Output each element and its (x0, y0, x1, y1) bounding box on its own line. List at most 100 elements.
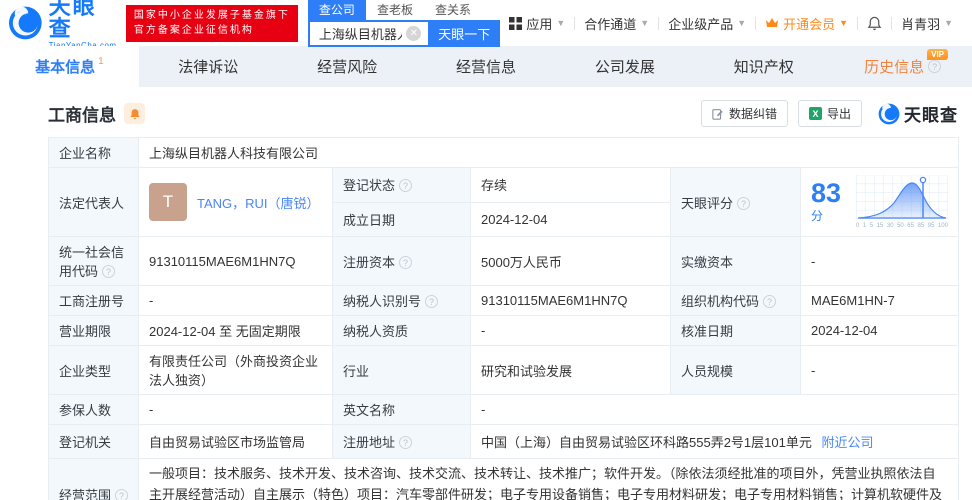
help-icon[interactable]: ? (737, 197, 750, 210)
table-row: 登记机关 自由贸易试验区市场监管局 注册地址? 中国（上海）自由贸易试验区环科路… (49, 425, 959, 459)
help-icon[interactable]: ? (399, 179, 412, 192)
logo-swirl-icon (8, 5, 43, 41)
help-icon[interactable]: ? (102, 265, 115, 278)
tab-legal-litigation[interactable]: 法律诉讼 (139, 46, 278, 87)
reg-number-value: - (139, 286, 333, 316)
table-row: 营业期限 2024-12-04 至 无固定期限 纳税人资质 - 核准日期 202… (49, 316, 959, 346)
table-row: 企业类型 有限责任公司（外商投资企业法人独资） 行业 研究和试验发展 人员规模 … (49, 346, 959, 395)
table-row: 企业名称 上海纵目机器人科技有限公司 (49, 138, 959, 168)
excel-icon: X (809, 107, 822, 120)
table-row: 工商注册号 - 纳税人识别号? 91310115MAE6M1HN7Q 组织机构代… (49, 286, 959, 316)
field-label: 核准日期 (671, 316, 801, 346)
menu-enterprise-products[interactable]: 企业级产品▼ (659, 14, 755, 33)
crown-icon (765, 17, 779, 29)
tyc-score-cell[interactable]: 83分 (801, 168, 959, 237)
search-tab-company[interactable]: 查公司 (308, 0, 366, 20)
brand-name: 天眼查 (49, 0, 118, 40)
legal-rep-cell: T TANG，RUI（唐锐） (139, 168, 333, 237)
field-label: 统一社会信用代码? (49, 237, 139, 286)
tab-count: 1 (98, 56, 104, 67)
field-label: 登记状态? (333, 168, 471, 203)
user-menu[interactable]: 肖青羽▼ (892, 14, 962, 33)
help-icon[interactable]: ? (763, 295, 776, 308)
help-icon[interactable]: ? (399, 436, 412, 449)
field-label: 营业期限 (49, 316, 139, 346)
nearby-companies-link[interactable]: 附近公司 (821, 435, 873, 450)
field-label: 人员规模 (671, 346, 801, 395)
bell-icon (129, 108, 141, 120)
field-label: 组织机构代码? (671, 286, 801, 316)
field-label: 企业名称 (49, 138, 139, 168)
score-value: 83 (811, 178, 841, 208)
table-row: 经营范围? 一般项目：技术服务、技术开发、技术咨询、技术交流、技术转让、技术推广… (49, 459, 959, 500)
tab-operating-info[interactable]: 经营信息 (417, 46, 556, 87)
score-unit: 分 (811, 209, 823, 223)
data-correction-button[interactable]: 数据纠错 (701, 100, 788, 127)
menu-open-vip[interactable]: 开通会员▼ (756, 14, 857, 33)
credit-code-value: 91310115MAE6M1HN7Q (139, 237, 333, 286)
company-name-value: 上海纵目机器人科技有限公司 (139, 138, 959, 168)
company-nav-tabs: 基本信息1 法律诉讼 经营风险 经营信息 公司发展 知识产权 VIP 历史信息 … (0, 46, 972, 87)
search-tab-boss[interactable]: 查老板 (366, 0, 424, 20)
field-label: 注册地址? (333, 425, 471, 459)
table-row: 参保人数 - 英文名称 - (49, 395, 959, 425)
reg-address-value: 中国（上海）自由贸易试验区环科路555弄2号1层101单元 (481, 435, 812, 450)
field-label: 行业 (333, 346, 471, 395)
field-label: 参保人数 (49, 395, 139, 425)
bell-icon (867, 16, 882, 31)
tianyancha-logo[interactable]: 天眼查 TianYanCha.com (8, 0, 118, 50)
field-label: 经营范围? (49, 459, 139, 500)
avatar[interactable]: T (149, 183, 187, 221)
staff-size-value: - (801, 346, 959, 395)
taxpayer-quality-value: - (471, 316, 671, 346)
search-tabs: 查公司 查老板 查关系 (308, 0, 500, 20)
field-label: 天眼评分? (671, 168, 801, 237)
gov-certification-badge: 国家中小企业发展子基金旗下 官方备案企业征信机构 (126, 5, 298, 42)
watermark-logo: 天眼查 (878, 101, 958, 126)
section-header: 工商信息 数据纠错 X 导出 天眼查 (48, 100, 958, 127)
help-icon[interactable]: ? (425, 295, 438, 308)
table-row: 法定代表人 T TANG，RUI（唐锐） 登记状态? 存续 天眼评分? 83分 (49, 168, 959, 203)
approval-date-value: 2024-12-04 (801, 316, 959, 346)
industry-value: 研究和试验发展 (471, 346, 671, 395)
top-header: 天眼查 TianYanCha.com 国家中小企业发展子基金旗下 官方备案企业征… (0, 0, 972, 46)
menu-cooperation[interactable]: 合作通道▼ (575, 14, 658, 33)
company-type-value: 有限责任公司（外商投资企业法人独资） (139, 346, 333, 395)
menu-apps[interactable]: 应用▼ (500, 14, 574, 33)
taxpayer-id-value: 91310115MAE6M1HN7Q (471, 286, 671, 316)
notification-bell[interactable] (858, 16, 891, 31)
tab-operating-risk[interactable]: 经营风险 (278, 46, 417, 87)
insured-count-value: - (139, 395, 333, 425)
tab-basic-info[interactable]: 基本信息1 (0, 46, 139, 87)
help-icon[interactable]: ? (928, 60, 941, 73)
field-label: 成立日期 (333, 202, 471, 237)
top-menu: 应用▼ 合作通道▼ 企业级产品▼ 开通会员▼ 肖青羽▼ (500, 14, 962, 33)
field-label: 法定代表人 (49, 168, 139, 237)
search-tab-relation[interactable]: 查关系 (424, 0, 482, 20)
tab-history-info[interactable]: VIP 历史信息 ? (833, 46, 972, 87)
table-row: 统一社会信用代码? 91310115MAE6M1HN7Q 注册资本? 5000万… (49, 237, 959, 286)
tab-intellectual-property[interactable]: 知识产权 (694, 46, 833, 87)
org-code-value: MAE6M1HN-7 (801, 286, 959, 316)
field-label: 企业类型 (49, 346, 139, 395)
section-title: 工商信息 (48, 101, 116, 126)
export-button[interactable]: X 导出 (798, 100, 862, 127)
search-button[interactable]: 天眼一下 (428, 20, 500, 47)
paidin-capital-value: - (801, 237, 959, 286)
help-icon[interactable]: ? (115, 489, 128, 500)
monitor-bell-button[interactable] (124, 103, 145, 124)
reg-address-cell: 中国（上海）自由贸易试验区环科路555弄2号1层101单元 附近公司 (471, 425, 959, 459)
field-label: 英文名称 (333, 395, 471, 425)
field-label: 纳税人资质 (333, 316, 471, 346)
help-icon[interactable]: ? (399, 256, 412, 269)
legal-rep-link[interactable]: TANG，RUI（唐锐） (197, 193, 320, 212)
edit-icon (712, 108, 724, 120)
score-chart-ticks: 01 515 3050 6585 95100 (856, 223, 948, 229)
reg-status-value: 存续 (471, 168, 671, 203)
business-scope-value: 一般项目：技术服务、技术开发、技术咨询、技术交流、技术转让、技术推广；软件开发。… (139, 459, 959, 500)
business-term-value: 2024-12-04 至 无固定期限 (139, 316, 333, 346)
score-distribution-chart: 01 515 3050 6585 95100 (856, 175, 948, 229)
english-name-value: - (471, 395, 959, 425)
tab-company-development[interactable]: 公司发展 (555, 46, 694, 87)
field-label: 纳税人识别号? (333, 286, 471, 316)
